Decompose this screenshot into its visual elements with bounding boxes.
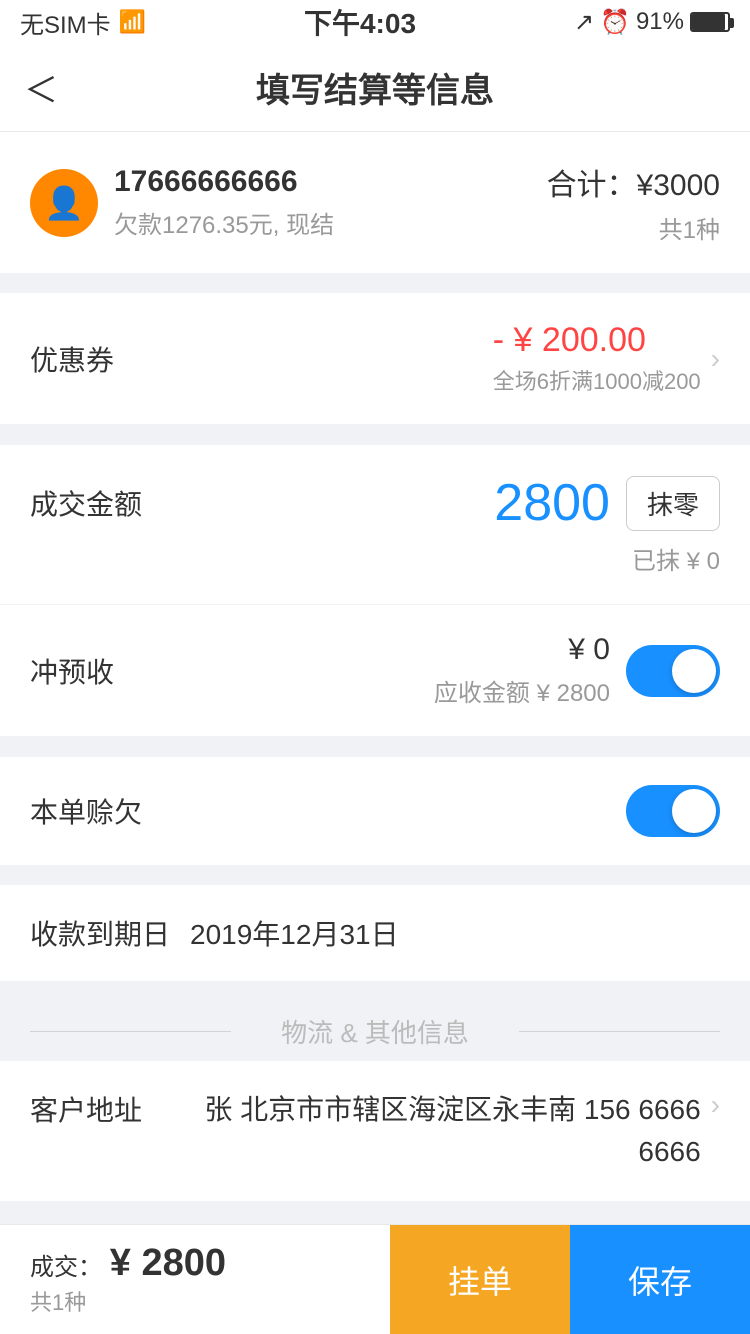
section-line-right — [519, 1031, 720, 1032]
transaction-section: 成交金额 2800 抹零 已抹 ¥ 0 — [0, 445, 750, 605]
address-value: 张 北京市市辖区海淀区永丰南 156 6666 6666 — [162, 1089, 701, 1173]
advance-label: 冲预收 — [30, 651, 114, 691]
hang-button[interactable]: 挂单 — [390, 1225, 570, 1334]
advance-right: ¥ 0 应收金额 ¥ 2800 — [434, 633, 720, 708]
transaction-label: 成交金额 — [30, 483, 142, 523]
save-button[interactable]: 保存 — [570, 1225, 750, 1334]
due-date-label: 收款到期日 — [30, 913, 170, 953]
already-rounded-text: 已抹 ¥ 0 — [30, 541, 720, 576]
battery-percent: 91% — [636, 8, 684, 36]
coupon-desc: 全场6折满1000减200 — [493, 364, 701, 396]
divider-4 — [0, 865, 750, 885]
debit-label: 本单赊欠 — [30, 791, 142, 831]
debit-section: 本单赊欠 — [0, 757, 750, 865]
user-phone: 17666666666 — [114, 165, 334, 199]
section-line-left — [30, 1031, 231, 1032]
coupon-amount: - ¥ 200.00 — [493, 321, 701, 360]
logistics-section-title: 物流 & 其他信息 — [281, 1013, 469, 1050]
coupon-right: - ¥ 200.00 全场6折满1000减200 › — [493, 321, 720, 396]
receivable-text: 应收金额 ¥ 2800 — [434, 673, 610, 708]
battery-icon — [690, 12, 730, 32]
address-right: 张 北京市市辖区海淀区永丰南 156 6666 6666 › — [162, 1089, 720, 1173]
page-title: 填写结算等信息 — [256, 63, 494, 112]
user-left: 👤 17666666666 欠款1276.35元, 现结 — [30, 165, 334, 240]
user-card: 👤 17666666666 欠款1276.35元, 现结 合计：¥3000 共1… — [0, 132, 750, 273]
user-info: 17666666666 欠款1276.35元, 现结 — [114, 165, 334, 240]
amount-right: 2800 抹零 — [494, 473, 720, 533]
bottom-left: 成交： ¥ 2800 共1种 — [0, 1242, 390, 1317]
coupon-info: - ¥ 200.00 全场6折满1000减200 — [493, 321, 701, 396]
due-date-section: 收款到期日 2019年12月31日 — [0, 885, 750, 981]
coupon-label: 优惠券 — [30, 339, 114, 379]
coupon-arrow-icon: › — [711, 343, 720, 375]
bottom-deal-label: 成交： — [30, 1254, 102, 1281]
divider-3 — [0, 737, 750, 757]
divider-1 — [0, 273, 750, 293]
wifi-icon: 📶 — [119, 9, 146, 35]
total-amount: 合计：¥3000 — [547, 160, 720, 204]
user-debt: 欠款1276.35元, 现结 — [114, 205, 334, 240]
advance-info: ¥ 0 应收金额 ¥ 2800 — [434, 633, 610, 708]
divider-2 — [0, 425, 750, 445]
advance-row: 冲预收 ¥ 0 应收金额 ¥ 2800 — [30, 633, 720, 708]
avatar: 👤 — [30, 169, 98, 237]
nav-bar: ＜ 填写结算等信息 — [0, 44, 750, 132]
main-content: 👤 17666666666 欠款1276.35元, 现结 合计：¥3000 共1… — [0, 132, 750, 1321]
alarm-icon: ⏰ — [600, 8, 630, 37]
round-button[interactable]: 抹零 — [626, 476, 720, 531]
transaction-value: 2800 — [494, 473, 610, 533]
divider-5 — [0, 981, 750, 1001]
status-left: 无SIM卡 📶 — [20, 5, 146, 40]
toggle-knob — [672, 649, 716, 693]
total-count: 共1种 — [547, 210, 720, 245]
bottom-bar: 成交： ¥ 2800 共1种 挂单 保存 — [0, 1224, 750, 1334]
status-time: 下午4:03 — [304, 2, 416, 42]
user-right: 合计：¥3000 共1种 — [547, 160, 720, 245]
amount-row: 成交金额 2800 抹零 — [30, 473, 720, 533]
coupon-section: 优惠券 - ¥ 200.00 全场6折满1000减200 › — [0, 293, 750, 425]
status-bar: 无SIM卡 📶 下午4:03 ↗ ⏰ 91% — [0, 0, 750, 44]
due-date-value: 2019年12月31日 — [190, 913, 399, 953]
no-sim-text: 无SIM卡 — [20, 5, 111, 40]
location-icon: ↗ — [574, 8, 594, 37]
debit-toggle-knob — [672, 789, 716, 833]
bottom-deal-row: 成交： ¥ 2800 — [30, 1242, 360, 1285]
logistics-section-header: 物流 & 其他信息 — [0, 1001, 750, 1061]
debit-toggle[interactable] — [626, 785, 720, 837]
advance-section: 冲预收 ¥ 0 应收金额 ¥ 2800 — [0, 605, 750, 737]
address-section[interactable]: 客户地址 张 北京市市辖区海淀区永丰南 156 6666 6666 › — [0, 1061, 750, 1201]
advance-amount: ¥ 0 — [434, 633, 610, 667]
coupon-row[interactable]: 优惠券 - ¥ 200.00 全场6折满1000减200 › — [0, 293, 750, 425]
bottom-count: 共1种 — [30, 1285, 360, 1317]
address-label: 客户地址 — [30, 1089, 142, 1129]
back-button[interactable]: ＜ — [24, 63, 58, 112]
advance-toggle[interactable] — [626, 645, 720, 697]
bottom-amount: ¥ 2800 — [110, 1242, 226, 1284]
status-right: ↗ ⏰ 91% — [574, 8, 730, 37]
address-arrow-icon: › — [711, 1089, 720, 1121]
